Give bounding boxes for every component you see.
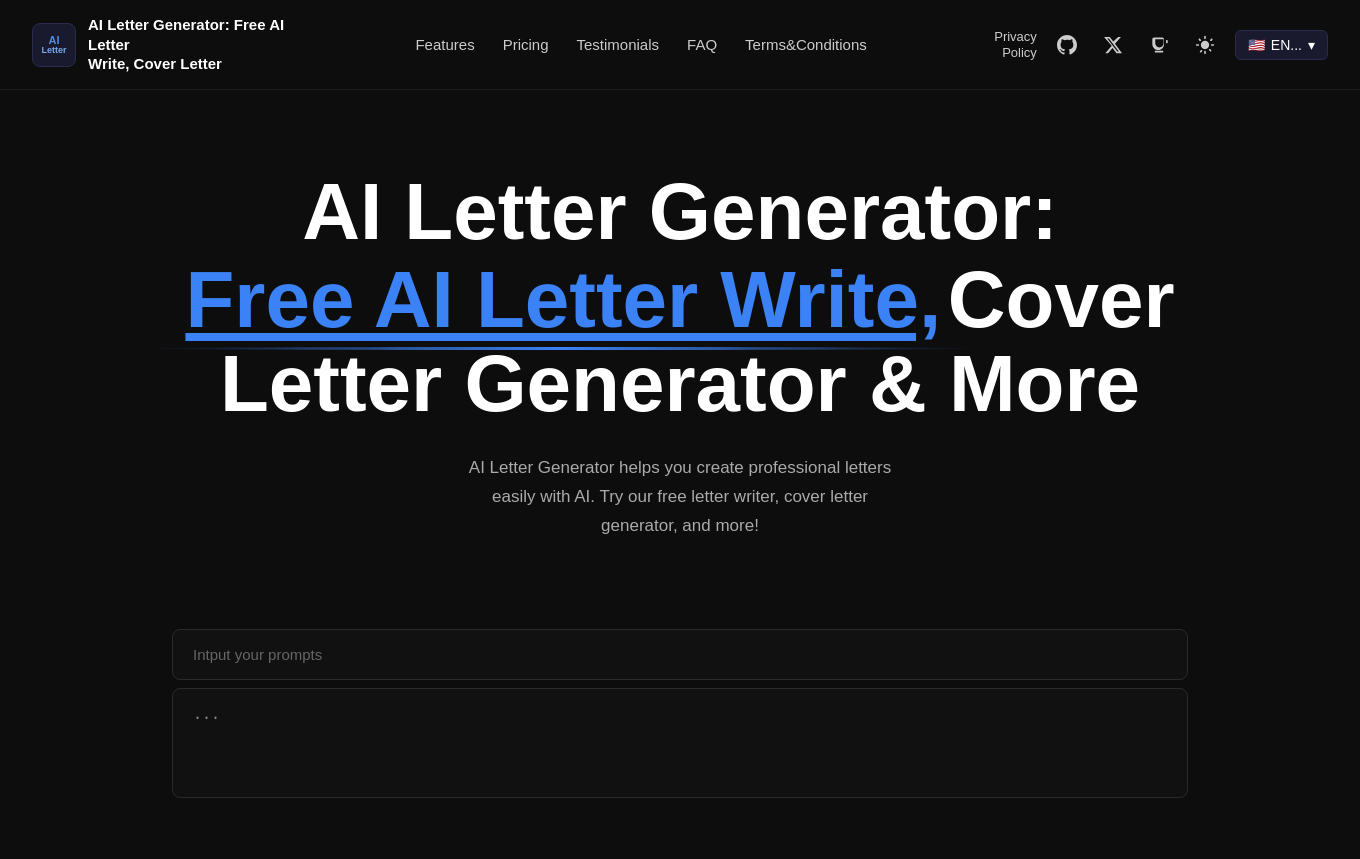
nav-testimonials[interactable]: Testimonials [577,36,660,53]
nav-faq[interactable]: FAQ [687,36,717,53]
twitter-x-button[interactable] [1097,29,1129,61]
language-selector[interactable]: 🇺🇸 EN... ▾ [1235,30,1328,60]
hero-title-line1: AI Letter Generator: [40,170,1320,254]
hero-title-line2: Free AI Letter Write, Cover [40,258,1320,342]
github-icon [1057,35,1077,55]
brand-title: AI Letter Generator: Free AI Letter Writ… [88,15,288,74]
theme-toggle-button[interactable] [1189,29,1221,61]
nav-links: Features Pricing Testimonials FAQ Terms&… [415,36,866,53]
chevron-down-icon: ▾ [1308,37,1315,53]
nav-right: Privacy Policy 🇺🇸 EN... ▾ [994,29,1328,61]
logo-text: AI [49,34,60,46]
nav-terms[interactable]: Terms&Conditions [745,36,867,53]
lang-label: EN... [1271,37,1302,53]
logo: AI Letter [32,23,76,67]
github-button[interactable] [1051,29,1083,61]
hero-title-line3: Letter Generator & More [40,342,1320,426]
input-area: ... [140,629,1220,802]
nav-pricing[interactable]: Pricing [503,36,549,53]
twitter-x-icon [1103,35,1123,55]
privacy-policy-link[interactable]: Privacy Policy [994,29,1037,60]
logo-subtext: Letter [41,46,66,56]
hero-title-blue: Free AI Letter Write, [185,258,941,342]
hero-subtitle: AI Letter Generator helps you create pro… [40,454,1320,541]
hero-section: AI Letter Generator: Free AI Letter Writ… [0,90,1360,629]
flag-icon: 🇺🇸 [1248,37,1265,53]
nav-brand: AI Letter AI Letter Generator: Free AI L… [32,15,288,74]
output-textarea[interactable]: ... [172,688,1188,798]
theme-toggle-icon [1195,35,1215,55]
hero-title-cover: Cover [948,255,1175,344]
nav-features[interactable]: Features [415,36,474,53]
prompt-input[interactable] [172,629,1188,680]
navbar: AI Letter AI Letter Generator: Free AI L… [0,0,1360,90]
coffee-icon [1149,35,1169,55]
hero-title: AI Letter Generator: Free AI Letter Writ… [40,170,1320,426]
coffee-button[interactable] [1143,29,1175,61]
